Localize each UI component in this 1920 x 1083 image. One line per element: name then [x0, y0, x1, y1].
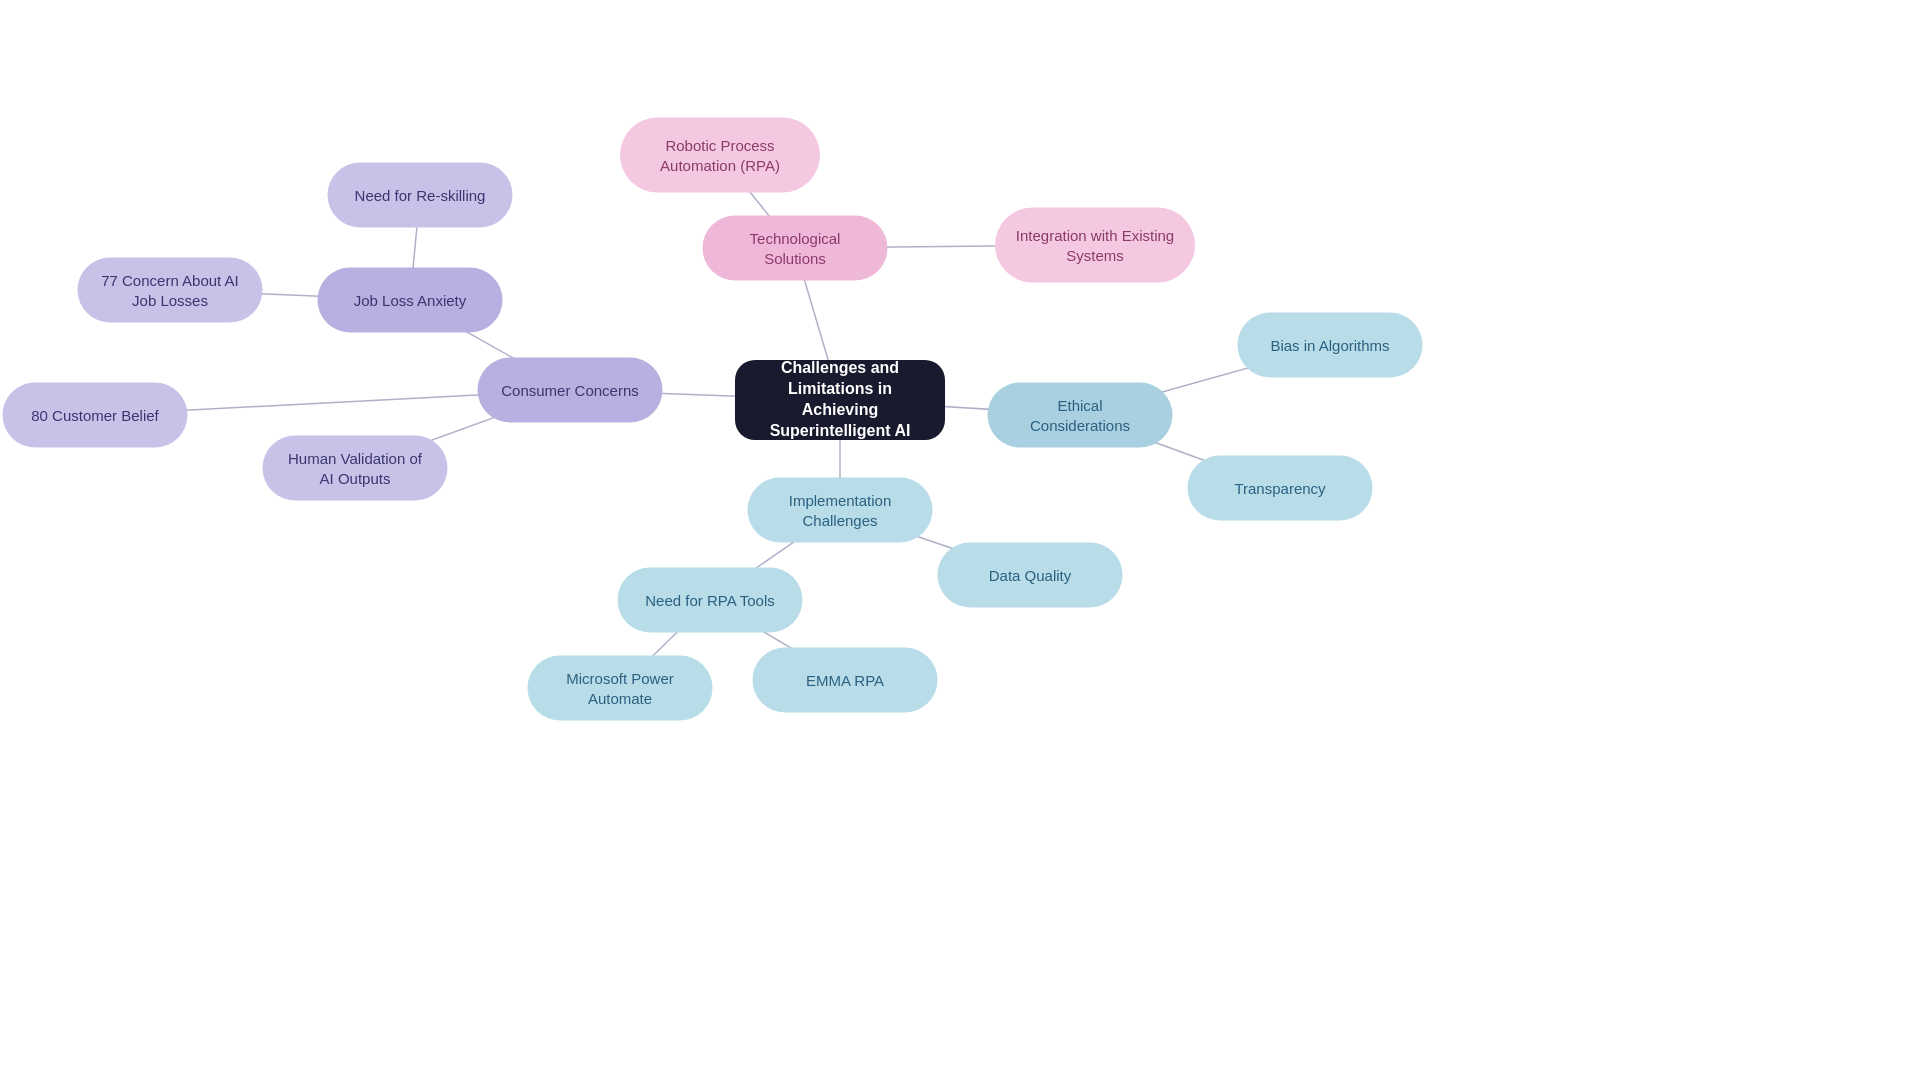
- node-rpa[interactable]: Robotic Process Automation (RPA): [620, 118, 820, 193]
- node-customerBelief[interactable]: 80 Customer Belief: [3, 383, 188, 448]
- node-center[interactable]: Challenges and Limitations in Achieving …: [735, 360, 945, 440]
- node-microsoftPowerAutomate[interactable]: Microsoft Power Automate: [528, 656, 713, 721]
- node-concernJobLosses[interactable]: 77 Concern About AI Job Losses: [78, 258, 263, 323]
- node-transparency[interactable]: Transparency: [1188, 456, 1373, 521]
- node-implementationChallenges[interactable]: Implementation Challenges: [748, 478, 933, 543]
- mindmap-container: Challenges and Limitations in Achieving …: [0, 0, 1920, 1083]
- node-needReskilling[interactable]: Need for Re-skilling: [328, 163, 513, 228]
- node-ethicalConsiderations[interactable]: Ethical Considerations: [988, 383, 1173, 448]
- node-dataQuality[interactable]: Data Quality: [938, 543, 1123, 608]
- node-consumerConcerns[interactable]: Consumer Concerns: [478, 358, 663, 423]
- node-needRPATools[interactable]: Need for RPA Tools: [618, 568, 803, 633]
- node-biasAlgorithms[interactable]: Bias in Algorithms: [1238, 313, 1423, 378]
- node-technologicalSolutions[interactable]: Technological Solutions: [703, 216, 888, 281]
- node-jobLossAnxiety[interactable]: Job Loss Anxiety: [318, 268, 503, 333]
- connections-svg: [0, 0, 1920, 1083]
- node-humanValidation[interactable]: Human Validation of AI Outputs: [263, 436, 448, 501]
- node-integrationExisting[interactable]: Integration with Existing Systems: [995, 208, 1195, 283]
- node-emmaRPA[interactable]: EMMA RPA: [753, 648, 938, 713]
